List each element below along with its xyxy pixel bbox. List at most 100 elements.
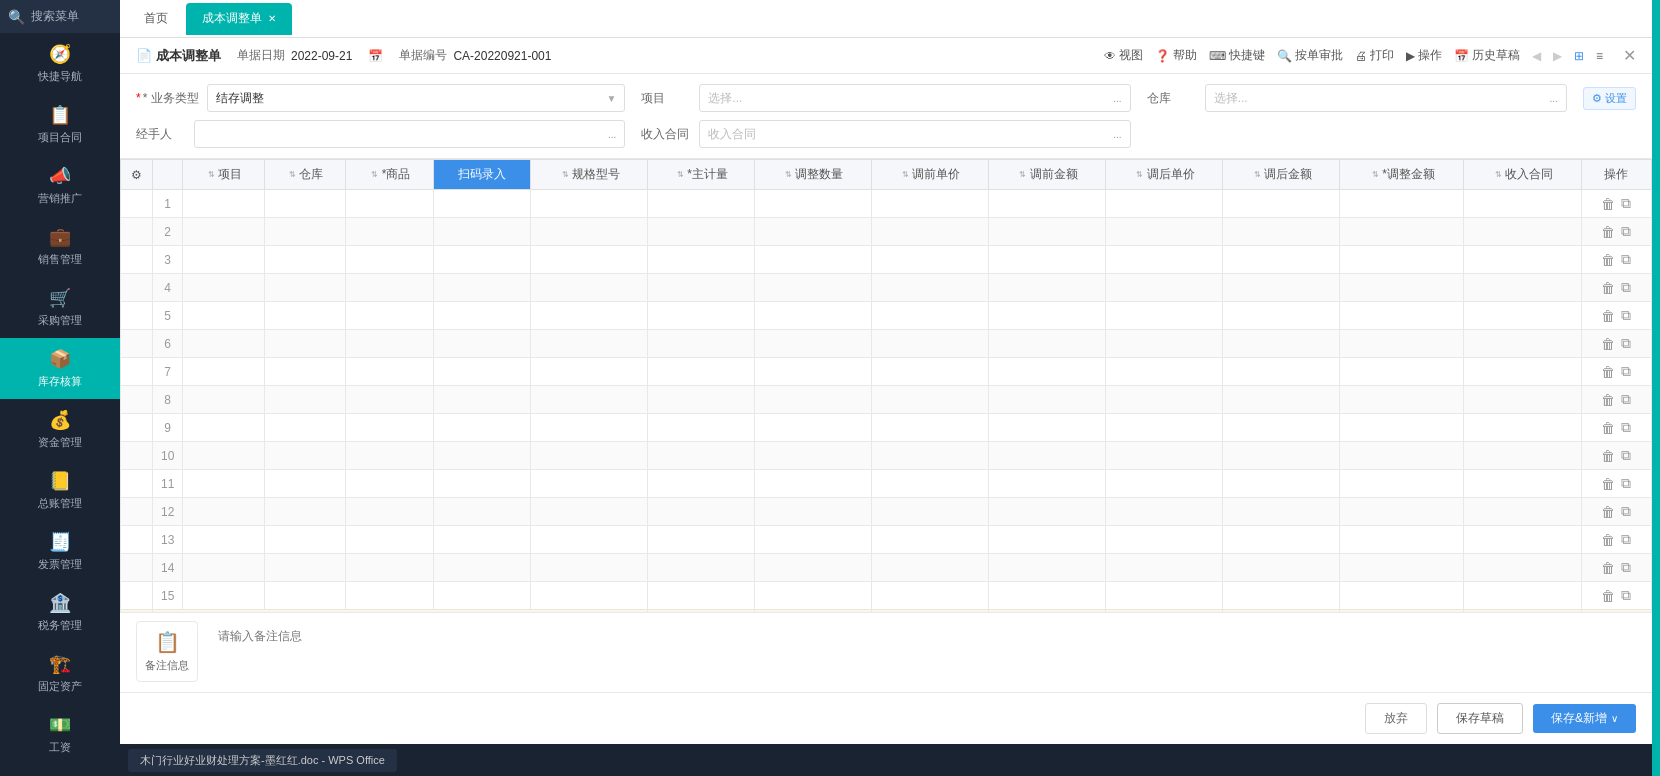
row-scan-cell[interactable]	[434, 498, 531, 526]
row-income-contract-cell[interactable]	[1464, 218, 1581, 246]
copy-icon[interactable]: ⧉	[1621, 363, 1631, 380]
row-spec-cell[interactable]	[531, 190, 648, 218]
col-adj-qty[interactable]: ⇅ 调整数量	[754, 160, 871, 190]
row-product-cell[interactable]	[345, 470, 433, 498]
copy-icon[interactable]: ⧉	[1621, 559, 1631, 576]
row-income-contract-cell[interactable]	[1464, 414, 1581, 442]
row-adj-price-cell[interactable]	[1106, 470, 1223, 498]
row-adj-total-cell[interactable]	[1340, 218, 1464, 246]
row-spec-cell[interactable]	[531, 386, 648, 414]
copy-icon[interactable]: ⧉	[1621, 419, 1631, 436]
row-adj-price-cell[interactable]	[1106, 498, 1223, 526]
row-warehouse-cell[interactable]	[264, 582, 345, 610]
action-print[interactable]: 🖨 打印	[1355, 47, 1394, 64]
copy-icon[interactable]: ⧉	[1621, 503, 1631, 520]
row-unit-cell[interactable]	[648, 246, 754, 274]
delete-icon[interactable]: 🗑	[1601, 476, 1615, 492]
row-spec-cell[interactable]	[531, 470, 648, 498]
row-prev-price-cell[interactable]	[871, 302, 988, 330]
row-prev-amt-cell[interactable]	[988, 190, 1105, 218]
row-adj-price-cell[interactable]	[1106, 358, 1223, 386]
col-adj-unit-price[interactable]: ⇅ 调后单价	[1106, 160, 1223, 190]
delete-icon[interactable]: 🗑	[1601, 588, 1615, 604]
row-spec-cell[interactable]	[531, 246, 648, 274]
action-operation[interactable]: ▶ 操作	[1406, 47, 1442, 64]
row-spec-cell[interactable]	[531, 274, 648, 302]
action-help[interactable]: ❓ 帮助	[1155, 47, 1197, 64]
copy-icon[interactable]: ⧉	[1621, 335, 1631, 352]
row-income-contract-cell[interactable]	[1464, 302, 1581, 330]
row-adj-price-cell[interactable]	[1106, 414, 1223, 442]
row-adj-amt-cell[interactable]	[1223, 442, 1340, 470]
action-view[interactable]: 👁 视图	[1104, 47, 1143, 64]
row-adj-amt-cell[interactable]	[1223, 498, 1340, 526]
col-warehouse[interactable]: ⇅ 仓库	[264, 160, 345, 190]
col-product[interactable]: ⇅ *商品	[345, 160, 433, 190]
row-spec-cell[interactable]	[531, 218, 648, 246]
row-prev-amt-cell[interactable]	[988, 442, 1105, 470]
row-prev-price-cell[interactable]	[871, 414, 988, 442]
row-adj-total-cell[interactable]	[1340, 386, 1464, 414]
delete-icon[interactable]: 🗑	[1601, 196, 1615, 212]
col-settings[interactable]: ⚙	[121, 160, 153, 190]
row-project-cell[interactable]	[183, 526, 264, 554]
col-spec-type[interactable]: ⇅ 规格型号	[531, 160, 648, 190]
sidebar-item-inventory[interactable]: 📦库存核算	[0, 338, 120, 399]
row-warehouse-cell[interactable]	[264, 442, 345, 470]
row-prev-amt-cell[interactable]	[988, 302, 1105, 330]
row-income-contract-cell[interactable]	[1464, 442, 1581, 470]
sidebar-item-salary[interactable]: 💵工资	[0, 704, 120, 765]
row-prev-price-cell[interactable]	[871, 218, 988, 246]
row-warehouse-cell[interactable]	[264, 554, 345, 582]
row-adj-qty-cell[interactable]	[754, 442, 871, 470]
row-income-contract-cell[interactable]	[1464, 246, 1581, 274]
row-product-cell[interactable]	[345, 582, 433, 610]
row-adj-amt-cell[interactable]	[1223, 358, 1340, 386]
row-product-cell[interactable]	[345, 526, 433, 554]
row-product-cell[interactable]	[345, 554, 433, 582]
row-scan-cell[interactable]	[434, 302, 531, 330]
row-prev-price-cell[interactable]	[871, 190, 988, 218]
row-scan-cell[interactable]	[434, 218, 531, 246]
row-scan-cell[interactable]	[434, 274, 531, 302]
col-project[interactable]: ⇅ 项目	[183, 160, 264, 190]
row-adj-qty-cell[interactable]	[754, 526, 871, 554]
row-adj-qty-cell[interactable]	[754, 358, 871, 386]
row-scan-cell[interactable]	[434, 246, 531, 274]
row-warehouse-cell[interactable]	[264, 218, 345, 246]
copy-icon[interactable]: ⧉	[1621, 391, 1631, 408]
row-product-cell[interactable]	[345, 330, 433, 358]
row-prev-amt-cell[interactable]	[988, 386, 1105, 414]
row-adj-total-cell[interactable]	[1340, 582, 1464, 610]
notes-icon-block[interactable]: 📋 备注信息	[136, 621, 198, 682]
row-project-cell[interactable]	[183, 470, 264, 498]
row-warehouse-cell[interactable]	[264, 498, 345, 526]
row-prev-amt-cell[interactable]	[988, 330, 1105, 358]
row-warehouse-cell[interactable]	[264, 386, 345, 414]
copy-icon[interactable]: ⧉	[1621, 195, 1631, 212]
row-unit-cell[interactable]	[648, 274, 754, 302]
sidebar-item-project-contract[interactable]: 📋项目合同	[0, 94, 120, 155]
row-scan-cell[interactable]	[434, 414, 531, 442]
row-project-cell[interactable]	[183, 218, 264, 246]
row-unit-cell[interactable]	[648, 302, 754, 330]
row-prev-amt-cell[interactable]	[988, 414, 1105, 442]
row-adj-total-cell[interactable]	[1340, 358, 1464, 386]
row-scan-cell[interactable]	[434, 470, 531, 498]
sidebar-item-ops-mgmt[interactable]: 📊经营管理	[0, 765, 120, 776]
row-project-cell[interactable]	[183, 246, 264, 274]
row-project-cell[interactable]	[183, 386, 264, 414]
row-prev-amt-cell[interactable]	[988, 498, 1105, 526]
row-adj-price-cell[interactable]	[1106, 526, 1223, 554]
row-spec-cell[interactable]	[531, 554, 648, 582]
row-prev-price-cell[interactable]	[871, 554, 988, 582]
row-prev-amt-cell[interactable]	[988, 470, 1105, 498]
copy-icon[interactable]: ⧉	[1621, 447, 1631, 464]
row-prev-amt-cell[interactable]	[988, 526, 1105, 554]
action-history[interactable]: 📅 历史草稿	[1454, 47, 1520, 64]
row-adj-qty-cell[interactable]	[754, 498, 871, 526]
row-adj-total-cell[interactable]	[1340, 330, 1464, 358]
row-unit-cell[interactable]	[648, 498, 754, 526]
row-warehouse-cell[interactable]	[264, 302, 345, 330]
row-project-cell[interactable]	[183, 274, 264, 302]
